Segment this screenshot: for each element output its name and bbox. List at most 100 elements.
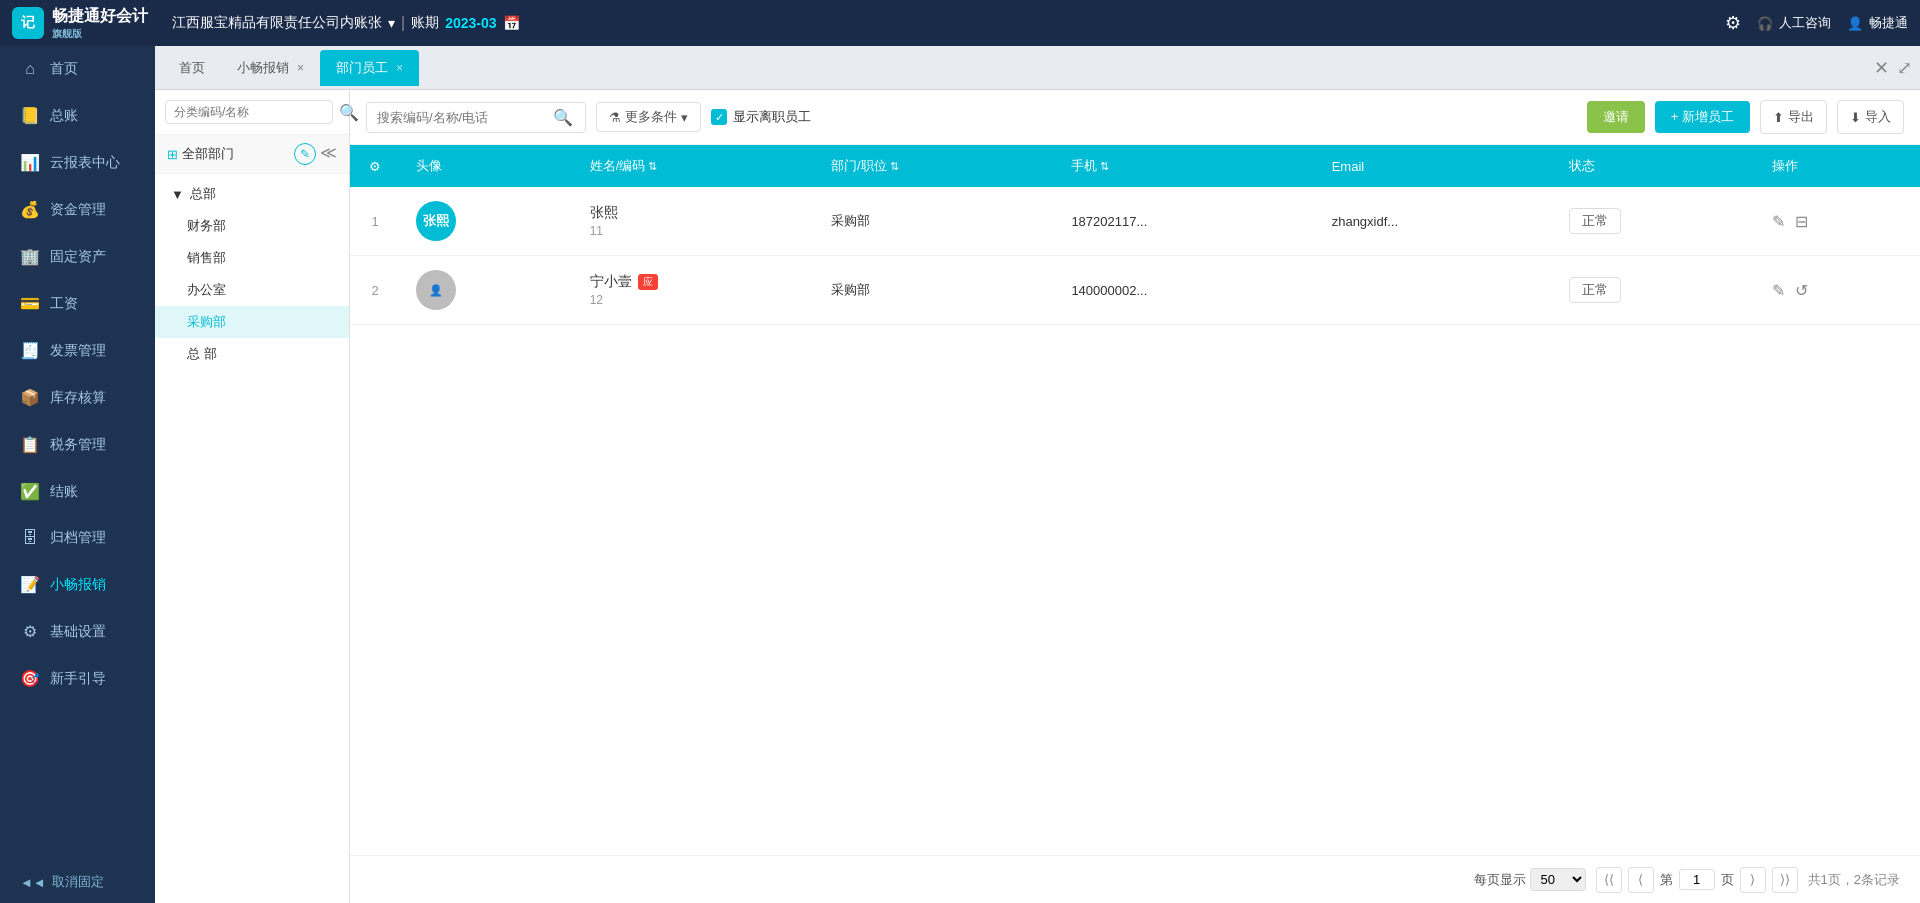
dept-edit-button[interactable]: ✎: [294, 143, 316, 165]
content-area: 首页 小畅报销 × 部门员工 × ✕ ⤢ 🔍: [155, 46, 1920, 903]
unpin-button[interactable]: ◄◄ 取消固定: [0, 861, 155, 903]
close-window-icon[interactable]: ✕: [1874, 57, 1889, 79]
status-badge: 正常: [1569, 277, 1621, 303]
headset-icon: 🎧: [1757, 16, 1773, 31]
dept-item-zongbu[interactable]: ▼ 总部: [155, 178, 349, 210]
top-bar-right: ⚙ 🎧 人工咨询 👤 畅捷通: [1725, 12, 1908, 34]
sidebar: ⌂ 首页 📒 总账 📊 云报表中心 💰 资金管理 🏢 固定资产 💳 工资 🧾 发…: [0, 46, 155, 903]
gear-icon[interactable]: ⚙: [1725, 12, 1741, 34]
sidebar-item-funds[interactable]: 💰 资金管理: [0, 186, 155, 233]
sidebar-item-inventory[interactable]: 📦 库存核算: [0, 374, 155, 421]
grid-icon: ⊞: [167, 147, 178, 162]
import-button[interactable]: ⬇ 导入: [1837, 100, 1904, 134]
prev-page-button[interactable]: ⟨: [1628, 867, 1654, 893]
dept-all-actions: ✎ ≪: [294, 143, 337, 165]
sidebar-item-archive[interactable]: 🗄 归档管理: [0, 515, 155, 561]
sidebar-item-assets[interactable]: 🏢 固定资产: [0, 233, 155, 280]
separator: |: [401, 14, 405, 32]
calendar-icon[interactable]: 📅: [503, 15, 520, 31]
sidebar-item-checkout[interactable]: ✅ 结账: [0, 468, 155, 515]
row1-name-code: 张熙 11: [574, 187, 815, 256]
pagination: 每页显示 50 100 200 ⟨⟨ ⟨ 第 页 ⟩: [350, 855, 1920, 903]
name-code-group: 宁小壹 应 12: [590, 273, 799, 307]
more-filter-button[interactable]: ⚗ 更多条件 ▾: [596, 102, 701, 132]
edit-icon[interactable]: ✎: [1772, 281, 1785, 300]
dept-item-sales[interactable]: 销售部: [155, 242, 349, 274]
row2-email: [1316, 256, 1554, 325]
user-avatar-icon: 👤: [1847, 16, 1863, 31]
logo-text-group: 畅捷通好会计 旗舰版: [52, 6, 148, 41]
emp-code: 12: [590, 293, 799, 307]
tab-dept-emp[interactable]: 部门员工 ×: [320, 50, 419, 86]
tab-dept-emp-close[interactable]: ×: [396, 61, 403, 75]
col-dept[interactable]: 部门/职位: [815, 145, 1055, 187]
col-status: 状态: [1553, 145, 1756, 187]
avatar: 👤: [416, 270, 456, 310]
row2-actions: ✎ ↺: [1756, 256, 1920, 325]
tab-expense-close[interactable]: ×: [297, 61, 304, 75]
emp-name: 张熙: [590, 204, 799, 222]
sidebar-item-ledger[interactable]: 📒 总账: [0, 92, 155, 139]
settings-icon: ⚙: [20, 622, 40, 641]
main-layout: ⌂ 首页 📒 总账 📊 云报表中心 💰 资金管理 🏢 固定资产 💳 工资 🧾 发…: [0, 46, 1920, 903]
dept-item-finance[interactable]: 财务部: [155, 210, 349, 242]
col-name[interactable]: 姓名/编码: [574, 145, 815, 187]
company-dropdown-icon[interactable]: ▾: [388, 15, 395, 31]
sidebar-item-invoice[interactable]: 🧾 发票管理: [0, 327, 155, 374]
sidebar-item-guide[interactable]: 🎯 新手引导: [0, 655, 155, 702]
sidebar-item-settings[interactable]: ⚙ 基础设置: [0, 608, 155, 655]
add-employee-button[interactable]: + 新增员工: [1655, 101, 1750, 133]
page-content: 🔍 ⊞ 全部部门 ✎ ≪ ▼ 总部: [155, 90, 1920, 903]
collapse-icon[interactable]: ≪: [320, 143, 337, 165]
employee-search-input[interactable]: [377, 110, 547, 125]
tab-expense[interactable]: 小畅报销 ×: [221, 50, 320, 86]
status-badge: 正常: [1569, 208, 1621, 234]
row1-dept: 采购部: [815, 187, 1055, 256]
row1-avatar: 张熙: [400, 187, 574, 256]
dept-item-zongbu2[interactable]: 总 部: [155, 338, 349, 370]
tax-icon: 📋: [20, 435, 40, 454]
user-profile[interactable]: 👤 畅捷通: [1847, 14, 1908, 32]
support-info[interactable]: 🎧 人工咨询: [1757, 14, 1831, 32]
home-icon: ⌂: [20, 60, 40, 78]
company-name[interactable]: 江西服宝精品有限责任公司内账张 ▾: [172, 14, 395, 32]
dept-search-input[interactable]: [165, 100, 333, 124]
dept-item-office[interactable]: 办公室: [155, 274, 349, 306]
sidebar-item-reports[interactable]: 📊 云报表中心: [0, 139, 155, 186]
edit-icon[interactable]: ✎: [1772, 212, 1785, 231]
emp-code: 11: [590, 224, 799, 238]
per-page-dropdown[interactable]: 50 100 200: [1530, 868, 1586, 891]
logout-icon[interactable]: ⊟: [1795, 212, 1808, 231]
show-resigned-checkbox[interactable]: ✓ 显示离职员工: [711, 108, 811, 126]
next-page-button[interactable]: ⟩: [1740, 867, 1766, 893]
dept-panel: 🔍 ⊞ 全部部门 ✎ ≪ ▼ 总部: [155, 90, 350, 903]
all-dept-label: ⊞ 全部部门: [167, 145, 288, 163]
row2-phone: 140000002...: [1055, 256, 1315, 325]
employee-panel: 🔍 ⚗ 更多条件 ▾ ✓ 显示离职员工 邀请 + 新增员工: [350, 90, 1920, 903]
app-subtitle: 旗舰版: [52, 27, 148, 41]
sidebar-item-home[interactable]: ⌂ 首页: [0, 46, 155, 92]
col-settings[interactable]: ⚙: [350, 145, 400, 187]
refresh-icon[interactable]: ↺: [1795, 281, 1808, 300]
row2-name-code: 宁小壹 应 12: [574, 256, 815, 325]
search-icon[interactable]: 🔍: [553, 108, 573, 127]
page-number-input[interactable]: [1679, 869, 1715, 890]
sidebar-item-tax[interactable]: 📋 税务管理: [0, 421, 155, 468]
invite-button[interactable]: 邀请: [1587, 101, 1645, 133]
default-avatar-icon: 👤: [429, 284, 443, 297]
salary-icon: 💳: [20, 294, 40, 313]
sidebar-item-expense[interactable]: 📝 小畅报销: [0, 561, 155, 608]
first-page-button[interactable]: ⟨⟨: [1596, 867, 1622, 893]
sidebar-item-salary[interactable]: 💳 工资: [0, 280, 155, 327]
export-button[interactable]: ⬆ 导出: [1760, 100, 1827, 134]
all-dept-row[interactable]: ⊞ 全部部门 ✎ ≪: [155, 135, 349, 174]
employee-tag: 应: [638, 274, 658, 290]
row2-avatar: 👤: [400, 256, 574, 325]
last-page-button[interactable]: ⟩⟩: [1772, 867, 1798, 893]
invoice-icon: 🧾: [20, 341, 40, 360]
employee-search-box: 🔍: [366, 102, 586, 133]
tab-home[interactable]: 首页: [163, 50, 221, 86]
dept-item-purchase[interactable]: 采购部: [155, 306, 349, 338]
maximize-window-icon[interactable]: ⤢: [1897, 57, 1912, 79]
col-phone[interactable]: 手机: [1055, 145, 1315, 187]
